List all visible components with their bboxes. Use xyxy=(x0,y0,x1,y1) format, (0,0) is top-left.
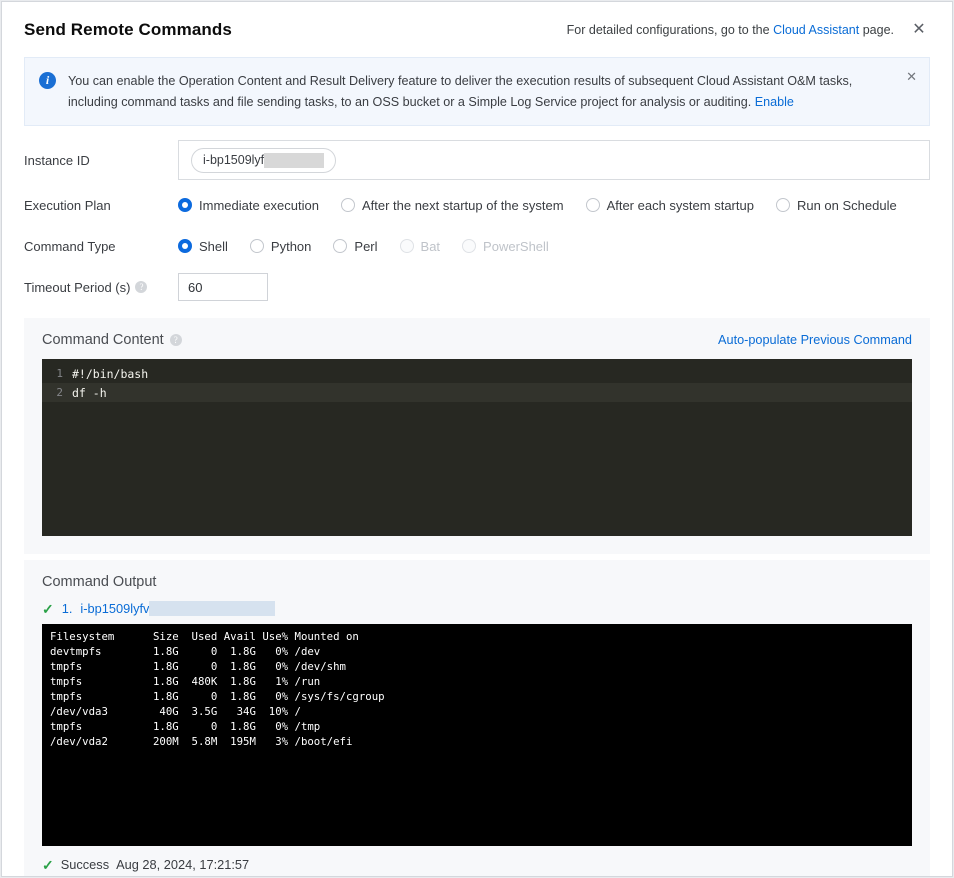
redacted-block xyxy=(264,152,325,168)
radio-after-each-startup[interactable]: After each system startup xyxy=(585,197,754,213)
timeout-label: Timeout Period (s) ? xyxy=(24,280,178,295)
radio-icon xyxy=(340,198,355,213)
header-note: For detailed configurations, go to the C… xyxy=(567,23,894,37)
instance-id-label: Instance ID xyxy=(24,152,90,168)
radio-label: Bat xyxy=(420,238,441,254)
close-icon[interactable]: ✕ xyxy=(908,19,930,41)
dialog-header: Send Remote Commands For detailed config… xyxy=(2,2,952,57)
radio-icon xyxy=(462,239,477,254)
radio-label: Shell xyxy=(199,238,228,254)
instance-id-value: i-bp1509lyf xyxy=(203,153,265,168)
radio-perl[interactable]: Perl xyxy=(333,238,378,254)
command-output-panel: Command Output ✓ 1. i-bp1509lyfv Filesys… xyxy=(24,560,930,876)
radio-icon xyxy=(399,239,414,254)
radio-label: Perl xyxy=(354,238,378,254)
check-icon: ✓ xyxy=(42,600,54,617)
radio-python[interactable]: Python xyxy=(249,238,312,254)
banner-text: You can enable the Operation Content and… xyxy=(68,71,868,112)
command-content-header: Command Content ? Auto-populate Previous… xyxy=(42,332,912,348)
form-section: Instance ID i-bp1509lyf Execution Plan I… xyxy=(2,126,952,312)
info-icon: i xyxy=(39,72,56,89)
check-icon: ✓ xyxy=(42,856,54,873)
status-badge: Success xyxy=(60,857,110,873)
line-number: 2 xyxy=(56,386,63,400)
timeout-row: Timeout Period (s) ? xyxy=(24,271,930,303)
enable-link[interactable]: Enable xyxy=(755,95,794,109)
radio-shell[interactable]: Shell xyxy=(178,239,228,254)
page-title: Send Remote Commands xyxy=(24,19,232,39)
timeout-input[interactable] xyxy=(178,273,268,302)
info-banner: i You can enable the Operation Content a… xyxy=(24,57,930,127)
radio-immediate-execution[interactable]: Immediate execution xyxy=(178,198,319,213)
radio-label: After the next startup of the system xyxy=(361,197,564,213)
send-remote-commands-dialog: Send Remote Commands For detailed config… xyxy=(1,1,953,877)
command-output-title: Command Output xyxy=(42,574,157,591)
header-note-before: For detailed configurations, go to the xyxy=(566,22,774,37)
auto-populate-previous-command-link[interactable]: Auto-populate Previous Command xyxy=(718,333,912,347)
execution-status: ✓ Success Aug 28, 2024, 17:21:57 xyxy=(42,857,912,872)
header-actions: For detailed configurations, go to the C… xyxy=(567,19,930,41)
radio-label: Immediate execution xyxy=(199,197,319,213)
execution-plan-options: Immediate execution After the next start… xyxy=(178,198,919,213)
instance-id-input[interactable]: i-bp1509lyf xyxy=(178,140,930,181)
command-content-editor[interactable]: 1 #!/bin/bash 2 df -h xyxy=(42,359,912,537)
command-content-title-text: Command Content xyxy=(42,332,164,349)
instance-id-tag[interactable]: i-bp1509lyf xyxy=(191,147,337,173)
output-instance-id: i-bp1509lyfv xyxy=(80,601,150,617)
radio-label: After each system startup xyxy=(606,197,754,213)
command-content-title: Command Content ? xyxy=(42,332,182,348)
header-note-after: page. xyxy=(859,22,894,37)
command-type-row: Command Type Shell Python Perl Bat Power… xyxy=(24,230,930,262)
terminal-output: Filesystem Size Used Avail Use% Mounted … xyxy=(42,624,912,847)
command-content-panel: Command Content ? Auto-populate Previous… xyxy=(24,318,930,555)
radio-label: Run on Schedule xyxy=(796,197,897,213)
line-text: df xyxy=(72,385,93,400)
banner-wrapper: i You can enable the Operation Content a… xyxy=(2,57,952,127)
radio-label: Python xyxy=(270,238,312,254)
line-text: #!/bin/bash xyxy=(72,366,149,381)
redacted-block xyxy=(149,601,276,617)
radio-icon xyxy=(585,198,600,213)
banner-close-icon[interactable]: ✕ xyxy=(906,70,917,83)
timeout-label-text: Timeout Period (s) xyxy=(24,279,131,295)
radio-powershell: PowerShell xyxy=(462,239,549,254)
status-timestamp: Aug 28, 2024, 17:21:57 xyxy=(116,857,250,873)
radio-bat: Bat xyxy=(399,238,441,254)
line-flag: -h xyxy=(92,385,107,400)
line-number: 1 xyxy=(56,367,63,381)
radio-icon xyxy=(178,239,192,254)
radio-label: PowerShell xyxy=(483,238,549,254)
output-index: 1. xyxy=(61,601,73,617)
command-output-header: Command Output xyxy=(42,574,912,590)
radio-after-next-startup[interactable]: After the next startup of the system xyxy=(340,197,564,213)
radio-icon xyxy=(249,239,264,254)
output-instance-link[interactable]: i-bp1509lyfv xyxy=(80,601,276,617)
code-line: 2 df -h xyxy=(42,383,912,403)
execution-plan-label: Execution Plan xyxy=(24,197,111,213)
command-type-label: Command Type xyxy=(24,238,116,254)
cloud-assistant-link[interactable]: Cloud Assistant xyxy=(773,23,859,37)
code-line: 1 #!/bin/bash xyxy=(42,364,912,383)
banner-message: You can enable the Operation Content and… xyxy=(68,74,853,109)
execution-plan-row: Execution Plan Immediate execution After… xyxy=(24,189,930,221)
help-icon[interactable]: ? xyxy=(135,281,148,294)
output-result-item: ✓ 1. i-bp1509lyfv xyxy=(42,600,912,617)
instance-id-row: Instance ID i-bp1509lyf xyxy=(24,140,930,181)
radio-icon xyxy=(775,198,790,213)
radio-run-on-schedule[interactable]: Run on Schedule xyxy=(775,197,897,213)
radio-icon xyxy=(333,239,348,254)
help-icon[interactable]: ? xyxy=(169,334,182,347)
command-type-options: Shell Python Perl Bat PowerShell xyxy=(178,239,571,254)
radio-icon xyxy=(178,198,192,213)
